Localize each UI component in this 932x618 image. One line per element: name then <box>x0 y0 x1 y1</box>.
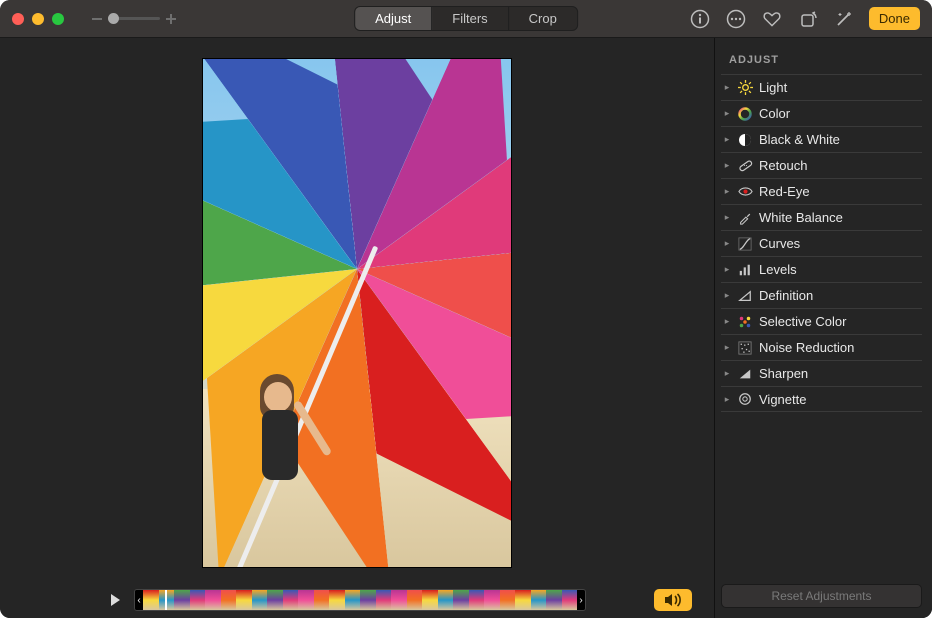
minimize-window-button[interactable] <box>32 13 44 25</box>
levels-icon <box>737 262 753 278</box>
zoom-out-icon <box>92 14 102 24</box>
rotate-button[interactable] <box>797 8 819 30</box>
adjust-row-white-balance[interactable]: ▸ White Balance <box>721 204 922 230</box>
panel-title: ADJUST <box>721 48 922 74</box>
adjust-row-label: Noise Reduction <box>759 340 854 355</box>
adjust-row-label: Black & White <box>759 132 840 147</box>
triangle-icon <box>737 288 753 304</box>
noise-icon <box>737 340 753 356</box>
chevron-right-icon: ▸ <box>723 290 731 301</box>
adjust-row-label: Color <box>759 106 790 121</box>
curves-icon <box>737 236 753 252</box>
play-icon <box>108 593 122 607</box>
adjust-row-black-white[interactable]: ▸ Black & White <box>721 126 922 152</box>
chevron-right-icon: ▸ <box>723 108 731 119</box>
adjust-row-retouch[interactable]: ▸ Retouch <box>721 152 922 178</box>
adjust-row-levels[interactable]: ▸ Levels <box>721 256 922 282</box>
vignette-icon <box>737 391 753 407</box>
toolbar-actions: Done <box>689 7 920 30</box>
timeline-row: ‹ › <box>0 588 714 618</box>
tab-filters[interactable]: Filters <box>432 7 508 30</box>
adjust-row-red-eye[interactable]: ▸ Red-Eye <box>721 178 922 204</box>
preview-person <box>252 356 312 506</box>
adjust-row-label: White Balance <box>759 210 843 225</box>
chevron-right-icon: ▸ <box>723 134 731 145</box>
zoom-slider[interactable] <box>92 14 176 24</box>
chevron-right-icon: ▸ <box>723 264 731 275</box>
chevron-right-icon: ▸ <box>723 238 731 249</box>
tab-crop[interactable]: Crop <box>509 7 577 30</box>
audio-toggle-button[interactable] <box>654 589 692 611</box>
preview-umbrella <box>202 68 512 472</box>
adjust-sidebar: ADJUST ▸ Light ▸ Color ▸ Black & White ▸ Retouc… <box>714 38 932 618</box>
adjust-row-definition[interactable]: ▸ Definition <box>721 282 922 308</box>
zoom-thumb[interactable] <box>108 13 119 24</box>
bw-icon <box>737 132 753 148</box>
adjust-row-color[interactable]: ▸ Color <box>721 100 922 126</box>
color-ring-icon <box>737 106 753 122</box>
dropper-icon <box>737 210 753 226</box>
mode-segmented-control: Adjust Filters Crop <box>354 6 578 31</box>
tab-adjust[interactable]: Adjust <box>355 7 432 30</box>
chevron-right-icon: ▸ <box>723 342 731 353</box>
adjust-row-noise-reduction[interactable]: ▸ Noise Reduction <box>721 334 922 360</box>
photos-edit-window: Adjust Filters Crop Done <box>0 0 932 618</box>
auto-enhance-button[interactable] <box>833 8 855 30</box>
adjust-row-label: Selective Color <box>759 314 846 329</box>
ellipsis-circle-icon <box>726 9 746 29</box>
info-icon <box>690 9 710 29</box>
fullscreen-window-button[interactable] <box>52 13 64 25</box>
timeline-strip[interactable] <box>143 590 577 610</box>
heart-icon <box>762 9 782 29</box>
chevron-right-icon: ▸ <box>723 186 731 197</box>
zoom-in-icon <box>166 14 176 24</box>
chevron-right-icon: ▸ <box>723 394 731 405</box>
wand-icon <box>834 9 854 29</box>
sharpen-icon <box>737 366 753 382</box>
adjust-row-label: Levels <box>759 262 797 277</box>
trim-start-handle[interactable]: ‹ <box>135 590 143 610</box>
adjust-row-label: Definition <box>759 288 813 303</box>
playhead[interactable] <box>165 589 167 611</box>
adjust-row-selective-color[interactable]: ▸ Selective Color <box>721 308 922 334</box>
adjust-row-light[interactable]: ▸ Light <box>721 74 922 100</box>
rotate-icon <box>798 9 818 29</box>
chevron-right-icon: ▸ <box>723 368 731 379</box>
chevron-right-icon: ▸ <box>723 82 731 93</box>
info-button[interactable] <box>689 8 711 30</box>
titlebar: Adjust Filters Crop Done <box>0 0 932 38</box>
adjust-row-label: Sharpen <box>759 366 808 381</box>
done-button[interactable]: Done <box>869 7 920 30</box>
adjust-row-label: Light <box>759 80 787 95</box>
preview-area <box>0 38 714 588</box>
reset-adjustments-button[interactable]: Reset Adjustments <box>721 584 922 608</box>
zoom-track[interactable] <box>108 17 160 20</box>
content-area: ‹ › ADJUST ▸ Light ▸ Color ▸ Black & White ▸ Re… <box>0 38 932 618</box>
canvas-column: ‹ › <box>0 38 714 618</box>
chevron-right-icon: ▸ <box>723 160 731 171</box>
adjust-row-label: Curves <box>759 236 800 251</box>
adjust-row-label: Retouch <box>759 158 807 173</box>
chevron-right-icon: ▸ <box>723 212 731 223</box>
adjustment-list: ▸ Light ▸ Color ▸ Black & White ▸ Retouch ▸ Red-E… <box>721 74 922 412</box>
close-window-button[interactable] <box>12 13 24 25</box>
more-button[interactable] <box>725 8 747 30</box>
sun-icon <box>737 80 753 96</box>
dots-icon <box>737 314 753 330</box>
play-button[interactable] <box>104 591 126 609</box>
adjust-row-label: Red-Eye <box>759 184 810 199</box>
adjust-row-label: Vignette <box>759 392 806 407</box>
adjust-row-vignette[interactable]: ▸ Vignette <box>721 386 922 412</box>
favorite-button[interactable] <box>761 8 783 30</box>
video-preview[interactable] <box>202 58 512 568</box>
adjust-row-curves[interactable]: ▸ Curves <box>721 230 922 256</box>
trim-end-handle[interactable]: › <box>577 590 585 610</box>
eye-icon <box>737 184 753 200</box>
video-timeline[interactable]: ‹ › <box>134 589 586 611</box>
adjust-row-sharpen[interactable]: ▸ Sharpen <box>721 360 922 386</box>
chevron-right-icon: ▸ <box>723 316 731 327</box>
bandage-icon <box>737 158 753 174</box>
speaker-icon <box>663 592 683 608</box>
window-controls <box>12 13 64 25</box>
